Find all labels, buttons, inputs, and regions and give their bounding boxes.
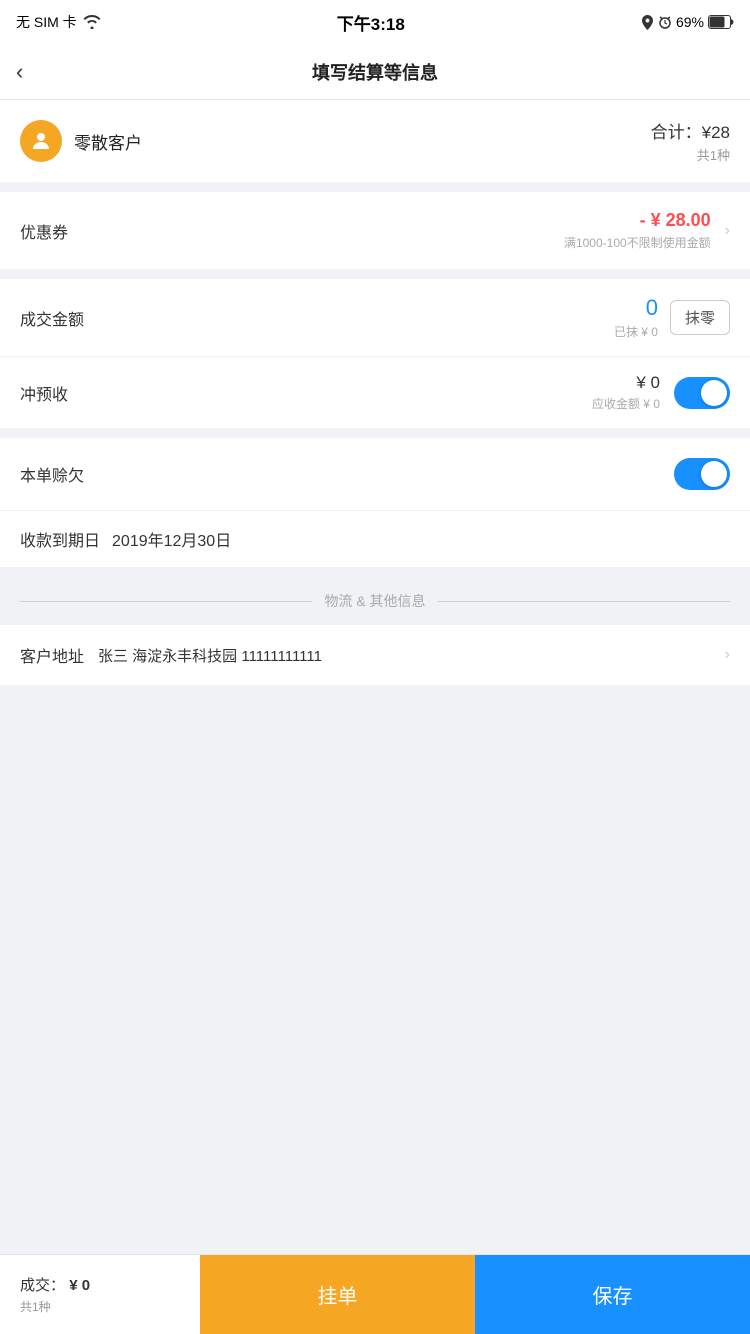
nav-bar: ‹ 填写结算等信息: [0, 44, 750, 100]
due-date-value: 2019年12月30日: [112, 527, 231, 551]
page-title: 填写结算等信息: [312, 59, 438, 85]
coupon-discount: - ¥ 28.00: [564, 210, 711, 231]
coupon-desc: 满1000-100不限制使用金额: [564, 234, 711, 251]
status-left: 无 SIM 卡: [16, 12, 101, 32]
bottom-info: 成交： ¥ 0 共1种: [0, 1274, 200, 1315]
hang-order-button[interactable]: 挂单: [200, 1255, 475, 1334]
address-row[interactable]: 客户地址 张三 海淀永丰科技园 11111111111 ›: [0, 625, 750, 685]
bottom-spacer: [0, 695, 750, 775]
address-value: 张三 海淀永丰科技园 11111111111: [98, 645, 707, 666]
bottom-count: 共1种: [20, 1298, 180, 1315]
precollect-sub: 应收金额 ¥ 0: [592, 395, 660, 412]
location-icon: [641, 15, 654, 30]
status-time: 下午3:18: [337, 10, 405, 35]
precollect-row: 冲预收 ¥ 0 应收金额 ¥ 0: [0, 356, 750, 428]
debt-section: 本单赊欠 收款到期日 2019年12月30日: [0, 438, 750, 567]
debt-toggle-knob: [701, 461, 727, 487]
status-right: 69%: [641, 14, 734, 30]
divider-line-left: [20, 601, 312, 602]
sim-status: 无 SIM 卡: [16, 12, 77, 32]
customer-name: 零散客户: [74, 129, 142, 154]
address-label: 客户地址: [20, 643, 84, 667]
logistics-text: 物流 & 其他信息: [324, 591, 425, 611]
bottom-deal-label: 成交：: [20, 1277, 65, 1294]
battery-percent: 69%: [676, 14, 704, 30]
customer-avatar: [20, 120, 62, 162]
due-date-label: 收款到期日: [20, 527, 100, 551]
status-bar: 无 SIM 卡 下午3:18 69%: [0, 0, 750, 44]
deal-sub: 已抹 ¥ 0: [614, 323, 658, 340]
wifi-icon: [83, 15, 101, 29]
round-off-button[interactable]: 抹零: [670, 300, 730, 335]
save-button[interactable]: 保存: [475, 1255, 750, 1334]
bottom-bar: 成交： ¥ 0 共1种 挂单 保存: [0, 1254, 750, 1334]
coupon-section[interactable]: 优惠券 - ¥ 28.00 满1000-100不限制使用金额 ›: [0, 192, 750, 269]
total-count: 共1种: [651, 145, 730, 164]
deal-value: 0: [646, 295, 658, 321]
address-chevron-icon: ›: [725, 646, 730, 664]
amount-section: 成交金额 0 已抹 ¥ 0 抹零 冲预收 ¥ 0 应收金额 ¥ 0: [0, 279, 750, 428]
deal-amount-row: 成交金额 0 已抹 ¥ 0 抹零: [0, 279, 750, 356]
precollect-amount: ¥ 0: [592, 373, 660, 393]
coupon-row[interactable]: 优惠券 - ¥ 28.00 满1000-100不限制使用金额 ›: [0, 192, 750, 269]
toggle-knob: [701, 380, 727, 406]
chevron-right-icon: ›: [725, 222, 730, 240]
precollect-label: 冲预收: [20, 381, 68, 405]
coupon-label: 优惠券: [20, 219, 68, 243]
total-amount: 合计：¥28: [651, 118, 730, 143]
customer-row: 零散客户 合计：¥28 共1种: [0, 100, 750, 182]
due-date-row: 收款到期日 2019年12月30日: [0, 510, 750, 567]
divider-line-right: [438, 601, 730, 602]
alarm-icon: [658, 15, 672, 29]
bottom-deal-amount: ¥ 0: [69, 1277, 90, 1294]
customer-section: 零散客户 合计：¥28 共1种: [0, 100, 750, 182]
battery-icon: [708, 15, 734, 29]
precollect-toggle[interactable]: [674, 377, 730, 409]
back-button[interactable]: ‹: [16, 59, 23, 85]
logistics-divider: 物流 & 其他信息: [0, 577, 750, 625]
content: 零散客户 合计：¥28 共1种 优惠券 - ¥ 28.00 满1000-100不…: [0, 100, 750, 775]
debt-label: 本单赊欠: [20, 462, 84, 486]
debt-row: 本单赊欠: [0, 438, 750, 510]
address-section[interactable]: 客户地址 张三 海淀永丰科技园 11111111111 ›: [0, 625, 750, 685]
deal-label: 成交金额: [20, 306, 84, 330]
debt-toggle[interactable]: [674, 458, 730, 490]
